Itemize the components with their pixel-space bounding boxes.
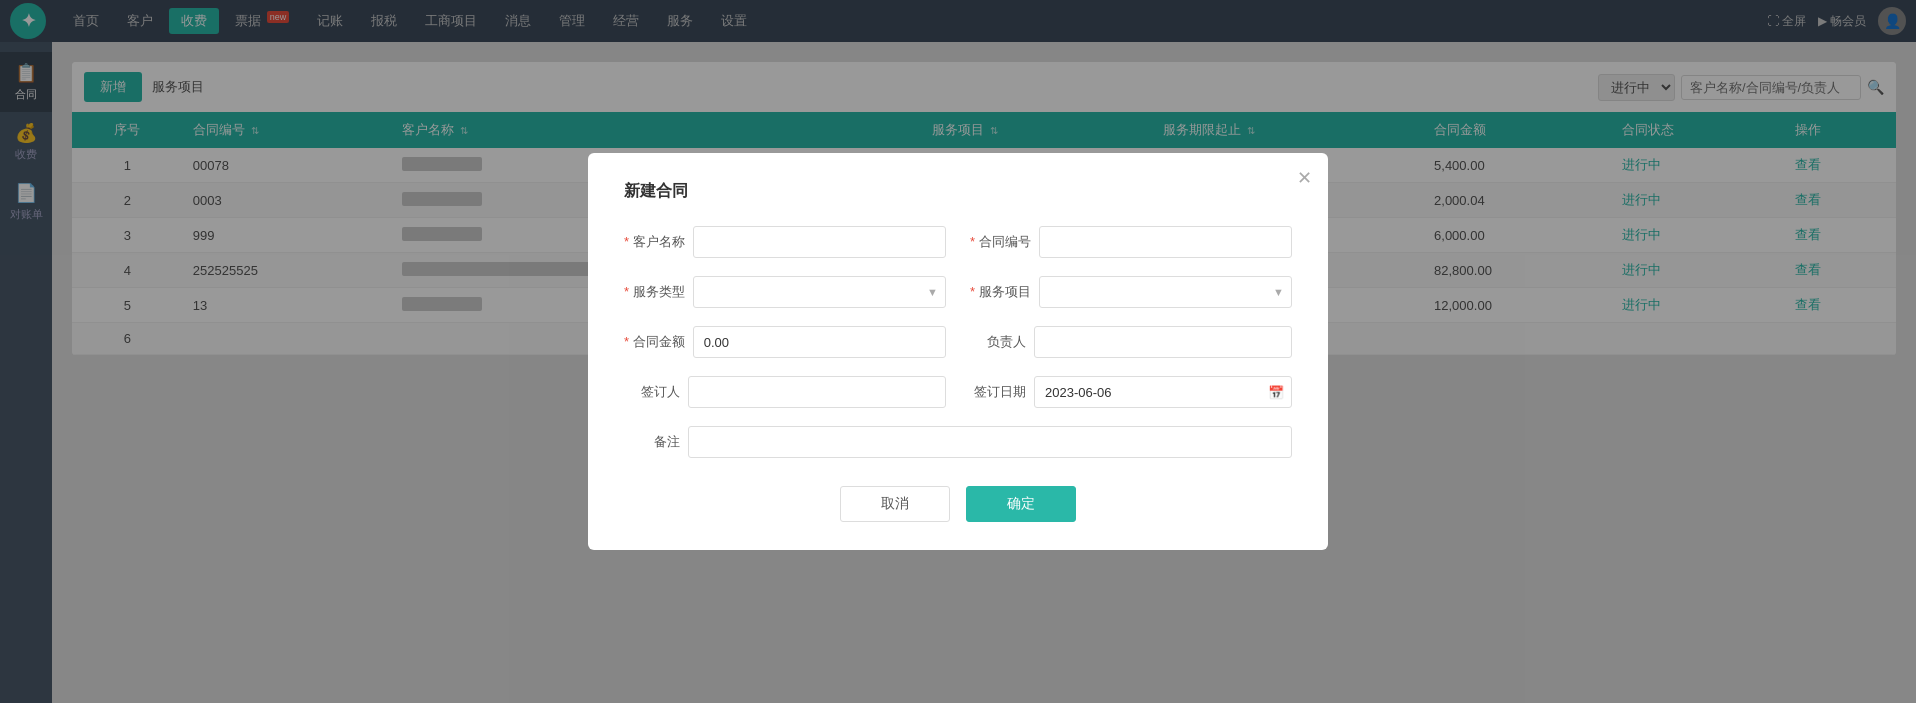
modal-close-button[interactable]: ✕ [1297,167,1312,189]
form-row-4: 签订人 签订日期 📅 [624,376,1292,408]
form-group-remark: 备注 [624,426,1292,458]
service-type-select-wrap: ▼ [693,276,946,308]
customer-name-input[interactable] [693,226,946,258]
sign-date-wrap: 📅 [1034,376,1292,408]
form-group-responsible-person: 负责人 [970,326,1292,358]
new-contract-modal: 新建合同 ✕ 客户名称 合同编号 服务类型 ▼ [588,153,1328,550]
form-row-5: 备注 [624,426,1292,458]
modal-footer: 取消 确定 [624,486,1292,522]
modal-title: 新建合同 [624,181,1292,202]
service-item-select-wrap: ▼ [1039,276,1292,308]
form-group-sign-date: 签订日期 📅 [970,376,1292,408]
form-group-service-item: 服务项目 ▼ [970,276,1292,308]
form-group-contract-amount: 合同金额 [624,326,946,358]
form-group-contract-no: 合同编号 [970,226,1292,258]
modal-overlay: 新建合同 ✕ 客户名称 合同编号 服务类型 ▼ [0,0,1916,703]
signatory-input[interactable] [688,376,946,408]
responsible-person-input[interactable] [1034,326,1292,358]
cancel-button[interactable]: 取消 [840,486,950,522]
remark-input[interactable] [688,426,1292,458]
form-row-3: 合同金额 负责人 [624,326,1292,358]
form-group-signatory: 签订人 [624,376,946,408]
form-row-2: 服务类型 ▼ 服务项目 ▼ [624,276,1292,308]
confirm-button[interactable]: 确定 [966,486,1076,522]
service-type-label: 服务类型 [624,283,685,301]
remark-label: 备注 [624,433,680,451]
customer-name-label: 客户名称 [624,233,685,251]
sign-date-input[interactable] [1034,376,1292,408]
signatory-label: 签订人 [624,383,680,401]
responsible-person-label: 负责人 [970,333,1026,351]
contract-no-label: 合同编号 [970,233,1031,251]
service-type-select[interactable] [693,276,946,308]
contract-amount-input[interactable] [693,326,946,358]
service-item-select[interactable] [1039,276,1292,308]
form-group-service-type: 服务类型 ▼ [624,276,946,308]
form-group-customer-name: 客户名称 [624,226,946,258]
contract-amount-label: 合同金额 [624,333,685,351]
contract-no-input[interactable] [1039,226,1292,258]
form-row-1: 客户名称 合同编号 [624,226,1292,258]
sign-date-label: 签订日期 [970,383,1026,401]
service-item-label: 服务项目 [970,283,1031,301]
